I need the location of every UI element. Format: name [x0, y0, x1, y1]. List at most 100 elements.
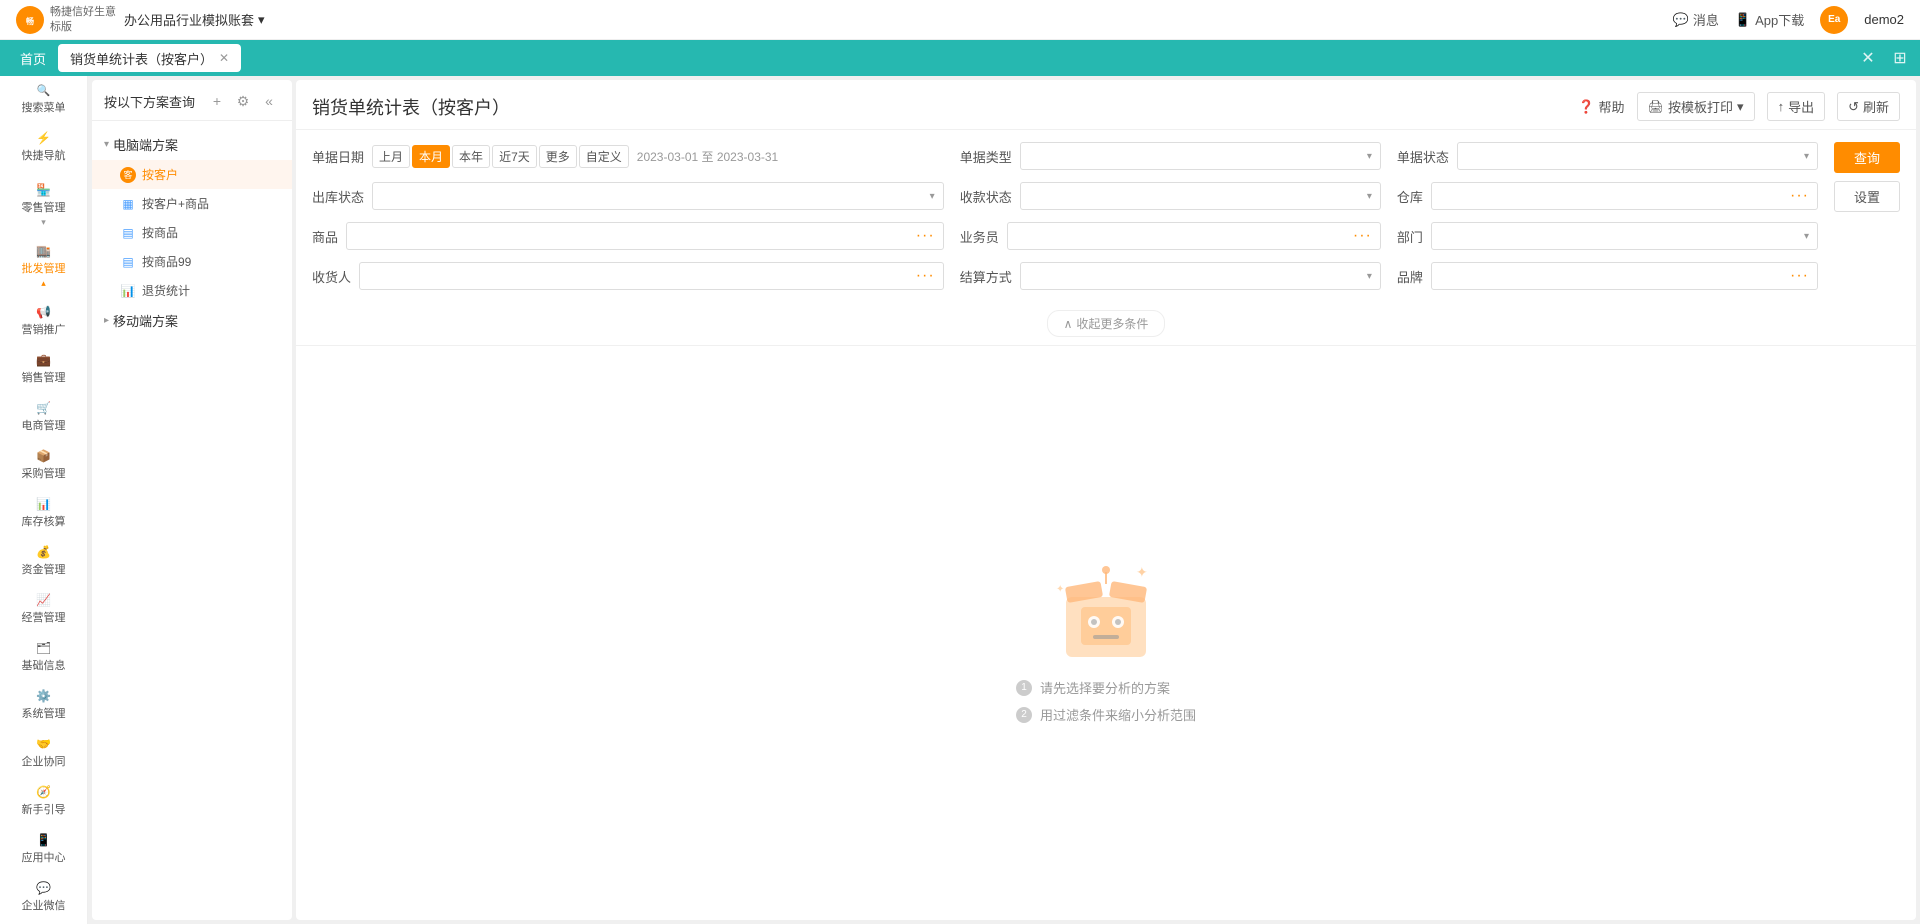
- top-header: 畅 畅捷信好生意 标版 办公用品行业模拟账套 ▾ 💬 消息 📱 App下载 Ea…: [0, 0, 1920, 40]
- tree-item-by-customer[interactable]: 客 按客户: [92, 160, 292, 189]
- settings-btn[interactable]: 设置: [1834, 181, 1900, 212]
- avatar[interactable]: Ea: [1820, 6, 1848, 34]
- sidebar-item-quicknav[interactable]: ⚡ 快捷导航: [0, 123, 87, 171]
- query-btn[interactable]: 查询: [1834, 142, 1900, 173]
- sidebar: 🔍 搜索菜单 ⚡ 快捷导航 🏪 零售管理 ▾ 🏬 批发管理 ▴ 📢 营销推广 💼…: [0, 76, 88, 924]
- tree-item-by-customer-goods[interactable]: ▦ 按客户+商品: [92, 189, 292, 218]
- app-title: 办公用品行业模拟账套: [124, 10, 254, 29]
- scheme-add-btn[interactable]: +: [206, 90, 228, 112]
- header-left: 畅 畅捷信好生意 标版 办公用品行业模拟账套 ▾: [16, 5, 265, 34]
- sidebar-item-system[interactable]: ⚙️ 系统管理: [0, 681, 87, 729]
- placeholder-step2: 2 用过滤条件来缩小分析范围: [1016, 705, 1196, 724]
- scheme-collapse-btn[interactable]: «: [258, 90, 280, 112]
- filter-row-4: 收货人 ··· 结算方式 ▾: [312, 262, 1818, 290]
- date-btn-custom[interactable]: 自定义: [579, 145, 629, 168]
- sidebar-item-wholesale[interactable]: 🏬 批发管理 ▴: [0, 236, 87, 297]
- tab-sales-stat[interactable]: 销货单统计表（按客户） ✕: [58, 44, 241, 72]
- app-download-action[interactable]: 📱 App下载: [1735, 10, 1804, 29]
- filter-dept: 部门 ▾: [1397, 222, 1818, 250]
- refresh-btn[interactable]: ↺ 刷新: [1837, 92, 1900, 121]
- header-right: 💬 消息 📱 App下载 Ea demo2: [1673, 6, 1904, 34]
- tab-close-window-btn[interactable]: ✕: [1856, 46, 1880, 70]
- tree-group-pc-header[interactable]: ▾ 电脑端方案: [92, 129, 292, 160]
- message-action[interactable]: 💬 消息: [1673, 10, 1719, 29]
- sidebar-item-operation[interactable]: 📈 经营管理: [0, 585, 87, 633]
- sales-person-dots: ···: [1353, 227, 1372, 245]
- brand-input[interactable]: ···: [1431, 262, 1818, 290]
- sidebar-item-inventory[interactable]: 📊 库存核算: [0, 489, 87, 537]
- sidebar-item-ecommerce[interactable]: 🛒 电商管理: [0, 393, 87, 441]
- filter-receiver: 收货人 ···: [312, 262, 944, 290]
- tab-close-btn[interactable]: ✕: [219, 51, 229, 65]
- date-btn-last-month[interactable]: 上月: [372, 145, 410, 168]
- filter-panel: 销货单统计表（按客户） ❓ 帮助 🖨 按模板打印 ▾ ↑: [296, 80, 1916, 920]
- tree-item-by-goods-99[interactable]: ▤ 按商品99: [92, 247, 292, 276]
- sidebar-item-finance[interactable]: 💰 资金管理: [0, 537, 87, 585]
- tree-item-return-stat[interactable]: 📊 退货统计: [92, 276, 292, 305]
- date-btn-this-year[interactable]: 本年: [452, 145, 490, 168]
- sales-person-label: 业务员: [960, 227, 999, 246]
- payment-select[interactable]: ▾: [1020, 262, 1381, 290]
- sidebar-search[interactable]: 🔍 搜索菜单: [0, 76, 87, 123]
- scheme-settings-btn[interactable]: ⚙: [232, 90, 254, 112]
- customer-scheme-icon: 客: [120, 167, 136, 183]
- scheme-title: 按以下方案查询: [104, 92, 195, 111]
- collapse-btn[interactable]: ∧ 收起更多条件: [1047, 310, 1166, 337]
- goods99-icon: ▤: [120, 254, 136, 270]
- tab-maximize-btn[interactable]: ⊞: [1888, 46, 1912, 70]
- brand-label: 品牌: [1397, 267, 1423, 286]
- dept-select[interactable]: ▾: [1431, 222, 1818, 250]
- warehouse-input[interactable]: ···: [1431, 182, 1818, 210]
- placeholder-illustration: ✦ ✦: [1036, 542, 1176, 662]
- date-btn-this-month[interactable]: 本月: [412, 145, 450, 168]
- out-status-select[interactable]: ▾: [372, 182, 944, 210]
- filter-warehouse: 仓库 ···: [1397, 182, 1818, 210]
- inventory-icon: 📊: [36, 497, 51, 511]
- collapse-bar: ∧ 收起更多条件: [296, 302, 1916, 346]
- receipt-status-select[interactable]: ▾: [1020, 182, 1381, 210]
- doc-status-select[interactable]: ▾: [1457, 142, 1818, 170]
- doc-type-select[interactable]: ▾: [1020, 142, 1381, 170]
- sales-person-input[interactable]: ···: [1007, 222, 1381, 250]
- tree-group-mobile: ▸ 移动端方案: [92, 305, 292, 336]
- sidebar-item-collab[interactable]: 🤝 企业协同: [0, 729, 87, 777]
- svg-text:✦: ✦: [1056, 584, 1064, 595]
- export-icon: ↑: [1778, 99, 1785, 114]
- filter-and-actions: 单据日期 上月 本月 本年 近7天 更多 自定义: [296, 130, 1916, 302]
- warehouse-label: 仓库: [1397, 187, 1423, 206]
- sidebar-item-wechat[interactable]: 💬 企业微信: [0, 873, 87, 921]
- date-btn-last7[interactable]: 近7天: [492, 145, 537, 168]
- tab-home[interactable]: 首页: [8, 44, 58, 72]
- out-status-label: 出库状态: [312, 187, 364, 206]
- tree-item-by-goods[interactable]: ▤ 按商品: [92, 218, 292, 247]
- tab-bar: 首页 销货单统计表（按客户） ✕ ✕ ⊞: [0, 40, 1920, 76]
- tree-group-mobile-header[interactable]: ▸ 移动端方案: [92, 305, 292, 336]
- sidebar-item-purchase[interactable]: 📦 采购管理: [0, 441, 87, 489]
- operation-icon: 📈: [36, 593, 51, 607]
- sidebar-item-basic[interactable]: 🗂 基础信息: [0, 633, 87, 681]
- receiver-input[interactable]: ···: [359, 262, 944, 290]
- sidebar-item-appstore[interactable]: 📱 应用中心: [0, 825, 87, 873]
- scheme-tree: ▾ 电脑端方案 客 按客户 ▦ 按客户+商品: [92, 121, 292, 344]
- doc-type-arrow: ▾: [1367, 151, 1372, 162]
- goods-input[interactable]: ···: [346, 222, 944, 250]
- logo-area: 畅 畅捷信好生意 标版: [16, 5, 116, 34]
- app-selector[interactable]: 办公用品行业模拟账套 ▾: [124, 10, 265, 29]
- receiver-label: 收货人: [312, 267, 351, 286]
- print-btn[interactable]: 🖨 按模板打印 ▾: [1637, 92, 1755, 121]
- date-btn-more[interactable]: 更多: [539, 145, 577, 168]
- filter-row-3: 商品 ··· 业务员 ···: [312, 222, 1818, 250]
- sidebar-item-retail[interactable]: 🏪 零售管理 ▾: [0, 175, 87, 236]
- sidebar-item-sales[interactable]: 💼 销售管理: [0, 345, 87, 393]
- sales-icon: 💼: [36, 353, 51, 367]
- system-icon: ⚙️: [36, 689, 51, 703]
- filter-right-actions: 查询 设置: [1834, 130, 1916, 302]
- filter-doc-status: 单据状态 ▾: [1397, 142, 1818, 170]
- sidebar-item-guide[interactable]: 🧭 新手引导: [0, 777, 87, 825]
- export-btn[interactable]: ↑ 导出: [1767, 92, 1826, 121]
- search-icon: 🔍: [37, 84, 51, 97]
- sidebar-item-marketing[interactable]: 📢 营销推广: [0, 297, 87, 345]
- guide-icon: 🧭: [36, 785, 51, 799]
- help-action[interactable]: ❓ 帮助: [1578, 97, 1624, 116]
- content-placeholder: ✦ ✦ 1 请先选择要分析的方案 2 用过滤条件来缩小分析范围: [296, 346, 1916, 920]
